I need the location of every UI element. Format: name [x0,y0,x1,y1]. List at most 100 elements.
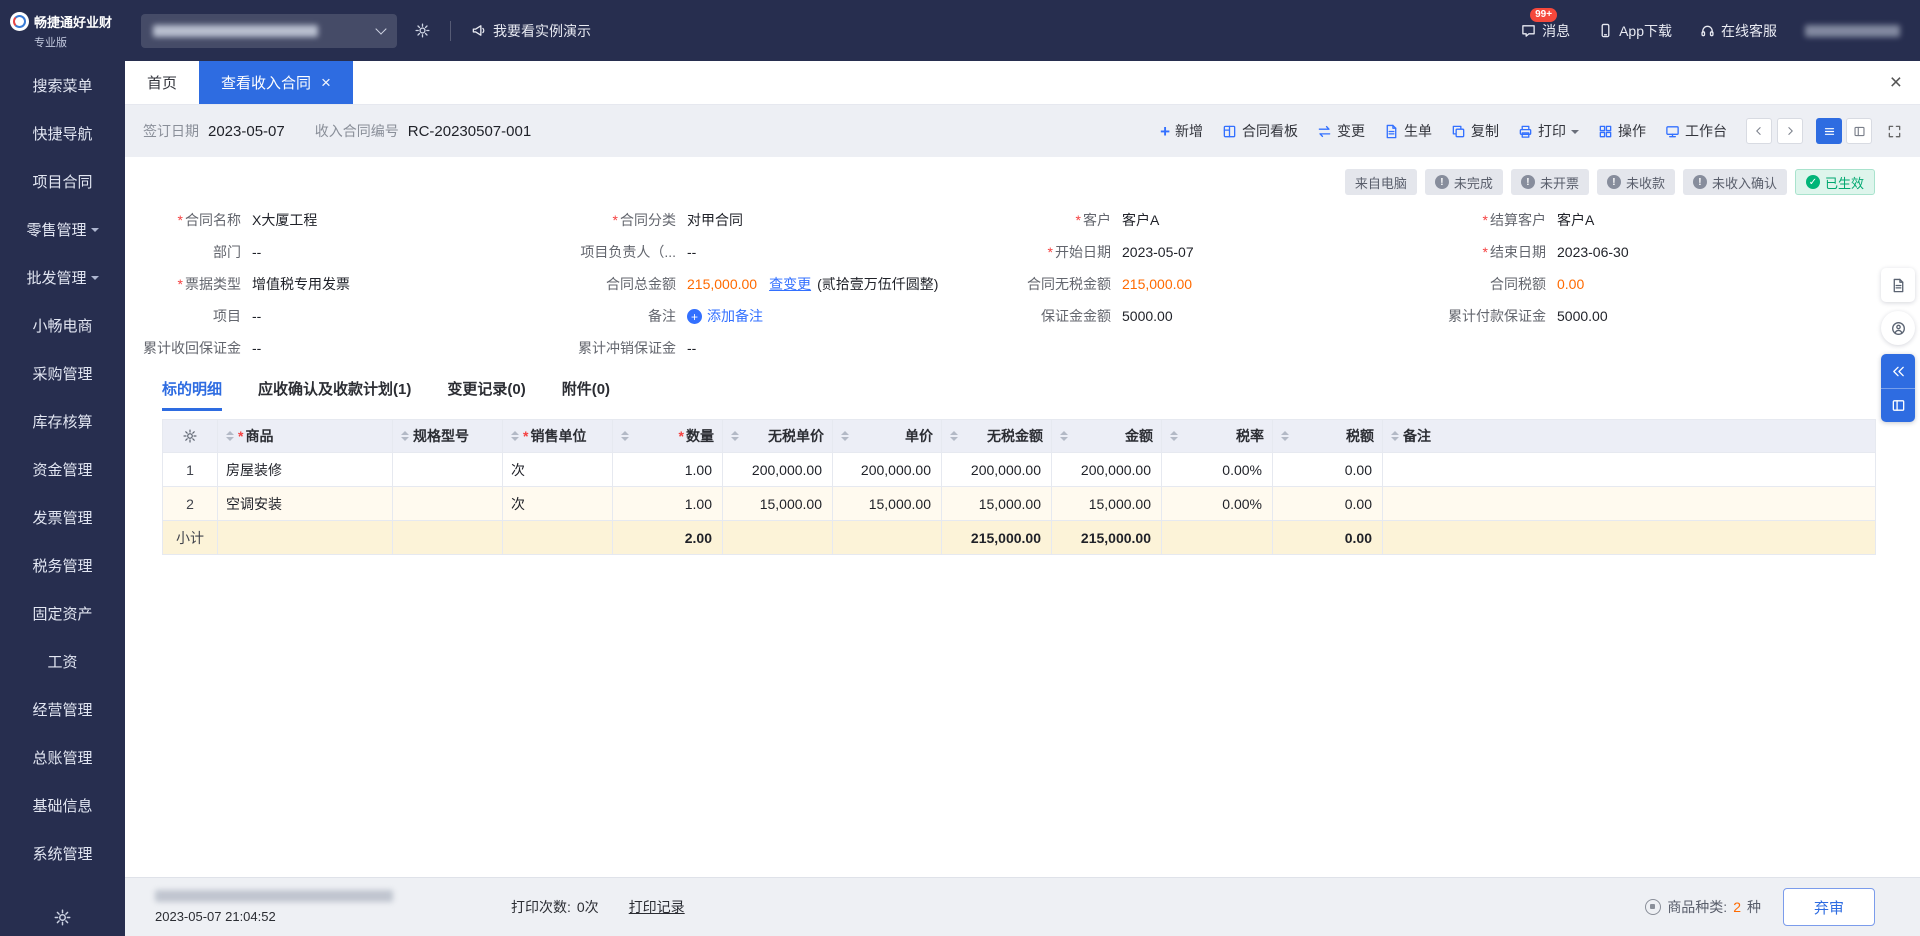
copy-button[interactable]: 复制 [1451,121,1499,141]
online-service-button[interactable]: 在线客服 [1700,21,1777,41]
operations-button[interactable]: 操作 [1598,121,1646,141]
field-department: 部门 -- [213,244,262,260]
tab-home[interactable]: 首页 [125,61,199,104]
tab-receivable-plan[interactable]: 应收确认及收款计划(1) [258,378,411,411]
sidebar-item-basic-info[interactable]: 基础信息 [0,781,125,829]
contract-no-label: 收入合同编号 [314,123,399,139]
field-recovered-deposit: 累计收回保证金 -- [143,340,262,356]
app-download-button[interactable]: App下载 [1598,21,1672,41]
prev-record-button[interactable] [1746,118,1772,144]
sidebar-item-business[interactable]: 经营管理 [0,685,125,733]
sort-icon[interactable] [950,431,958,441]
field-contract-name: * 合同名称 X大厦工程 [177,212,318,228]
sort-icon[interactable] [1060,431,1068,441]
sidebar-item-ecommerce[interactable]: 小畅电商 [0,301,125,349]
columns-icon [1853,125,1866,138]
org-selector[interactable] [141,13,397,48]
col-spec[interactable]: 规格型号 [392,419,503,453]
status-badge-unconfirmed: 未收入确认 [1682,169,1787,195]
add-remark-link[interactable]: 添加备注 [687,307,763,326]
col-price-notax[interactable]: 无税单价 [722,419,833,453]
table-row[interactable]: 2 空调安装 次 1.00 15,000.00 15,000.00 15,000… [162,486,1876,521]
list-view-button[interactable] [1816,118,1842,144]
sort-icon[interactable] [841,431,849,441]
rail-panel-button[interactable] [1881,388,1915,422]
sidebar-item-wholesale[interactable]: 批发管理 [0,253,125,301]
sidebar-item-quick-nav[interactable]: 快捷导航 [0,109,125,157]
rail-collapse-button[interactable] [1881,354,1915,388]
main-area: 首页 查看收入合同 × × 签订日期 2023-05-07 收入合同编号 RC-… [125,61,1920,936]
tab-detail-items[interactable]: 标的明细 [162,378,223,411]
sidebar-item-general-ledger[interactable]: 总账管理 [0,733,125,781]
sidebar-item-purchase[interactable]: 采购管理 [0,349,125,397]
headset-icon [1700,23,1715,38]
add-button[interactable]: + 新增 [1160,121,1203,141]
sidebar-item-invoice[interactable]: 发票管理 [0,493,125,541]
grid-icon [1598,124,1613,139]
sort-icon[interactable] [401,431,409,441]
chevron-right-icon [1784,125,1796,137]
col-tax[interactable]: 税额 [1272,419,1383,453]
app-logo-icon [10,11,29,31]
sidebar-gear-icon[interactable] [0,909,125,926]
sort-icon[interactable] [1170,431,1178,441]
col-qty[interactable]: * 数量 [612,419,723,453]
tab-view-income-contract[interactable]: 查看收入合同 × [199,61,353,104]
col-unit[interactable]: * 销售单位 [502,419,613,453]
next-record-button[interactable] [1777,118,1803,144]
col-remark[interactable]: 备注 [1382,419,1876,453]
col-price[interactable]: 单价 [832,419,942,453]
contract-board-button[interactable]: 合同看板 [1222,121,1298,141]
cell-tax: 0.00 [1272,486,1383,521]
sidebar-item-project-contract[interactable]: 项目合同 [0,157,125,205]
rail-document-button[interactable] [1881,268,1915,302]
col-settings[interactable] [162,419,218,453]
sort-icon[interactable] [511,431,519,441]
reject-approval-button[interactable]: 弃审 [1783,888,1875,926]
phone-icon [1598,23,1613,38]
demo-link[interactable]: 我要看实例演示 [450,20,591,41]
sidebar-item-tax[interactable]: 税务管理 [0,541,125,589]
sort-icon[interactable] [621,431,629,441]
workbench-button[interactable]: 工作台 [1665,121,1727,141]
print-record-link[interactable]: 打印记录 [629,897,685,917]
sidebar-item-search-menu[interactable]: 搜索菜单 [0,61,125,109]
col-amount-notax[interactable]: 无税金额 [941,419,1052,453]
cell-spec [392,486,503,521]
sidebar-item-funds[interactable]: 资金管理 [0,445,125,493]
user-name-blurred[interactable] [1805,24,1900,37]
chat-bubble-icon [1521,23,1536,38]
change-button[interactable]: 变更 [1317,121,1365,141]
col-product[interactable]: * 商品 [217,419,393,453]
sidebar-item-retail[interactable]: 零售管理 [0,205,125,253]
fullscreen-icon[interactable] [1887,124,1902,139]
table-row[interactable]: 1 房屋装修 次 1.00 200,000.00 200,000.00 200,… [162,452,1876,487]
generate-order-button[interactable]: 生单 [1384,121,1432,141]
print-count-value: 0次 [576,899,599,915]
sort-icon[interactable] [226,431,234,441]
sort-icon[interactable] [1391,431,1399,441]
tab-attachments[interactable]: 附件(0) [562,378,610,411]
col-amount[interactable]: 金额 [1051,419,1162,453]
rail-help-button[interactable] [1881,311,1915,345]
print-button[interactable]: 打印 [1518,121,1579,141]
cell-product: 空调安装 [217,486,393,521]
sort-icon[interactable] [1281,431,1289,441]
close-page-icon[interactable]: × [1890,72,1902,93]
cell-price: 15,000.00 [832,486,942,521]
sidebar-item-inventory[interactable]: 库存核算 [0,397,125,445]
col-tax-rate[interactable]: 税率 [1161,419,1273,453]
sidebar: 搜索菜单 快捷导航 项目合同 零售管理 批发管理 小畅电商 采购管理 库存核算 … [0,61,125,936]
settings-gear-icon[interactable] [415,23,430,38]
tab-change-records[interactable]: 变更记录(0) [447,378,525,411]
sort-icon[interactable] [731,431,739,441]
cell-remark [1382,486,1876,521]
messages-button[interactable]: 99+ 消息 [1521,7,1570,41]
split-view-button[interactable] [1846,118,1872,144]
print-count-label: 打印次数: [511,899,571,915]
sidebar-item-fixed-assets[interactable]: 固定资产 [0,589,125,637]
sidebar-item-system[interactable]: 系统管理 [0,829,125,877]
sidebar-item-salary[interactable]: 工资 [0,637,125,685]
view-change-link[interactable]: 查变更 [769,276,811,292]
tab-close-icon[interactable]: × [321,74,331,91]
